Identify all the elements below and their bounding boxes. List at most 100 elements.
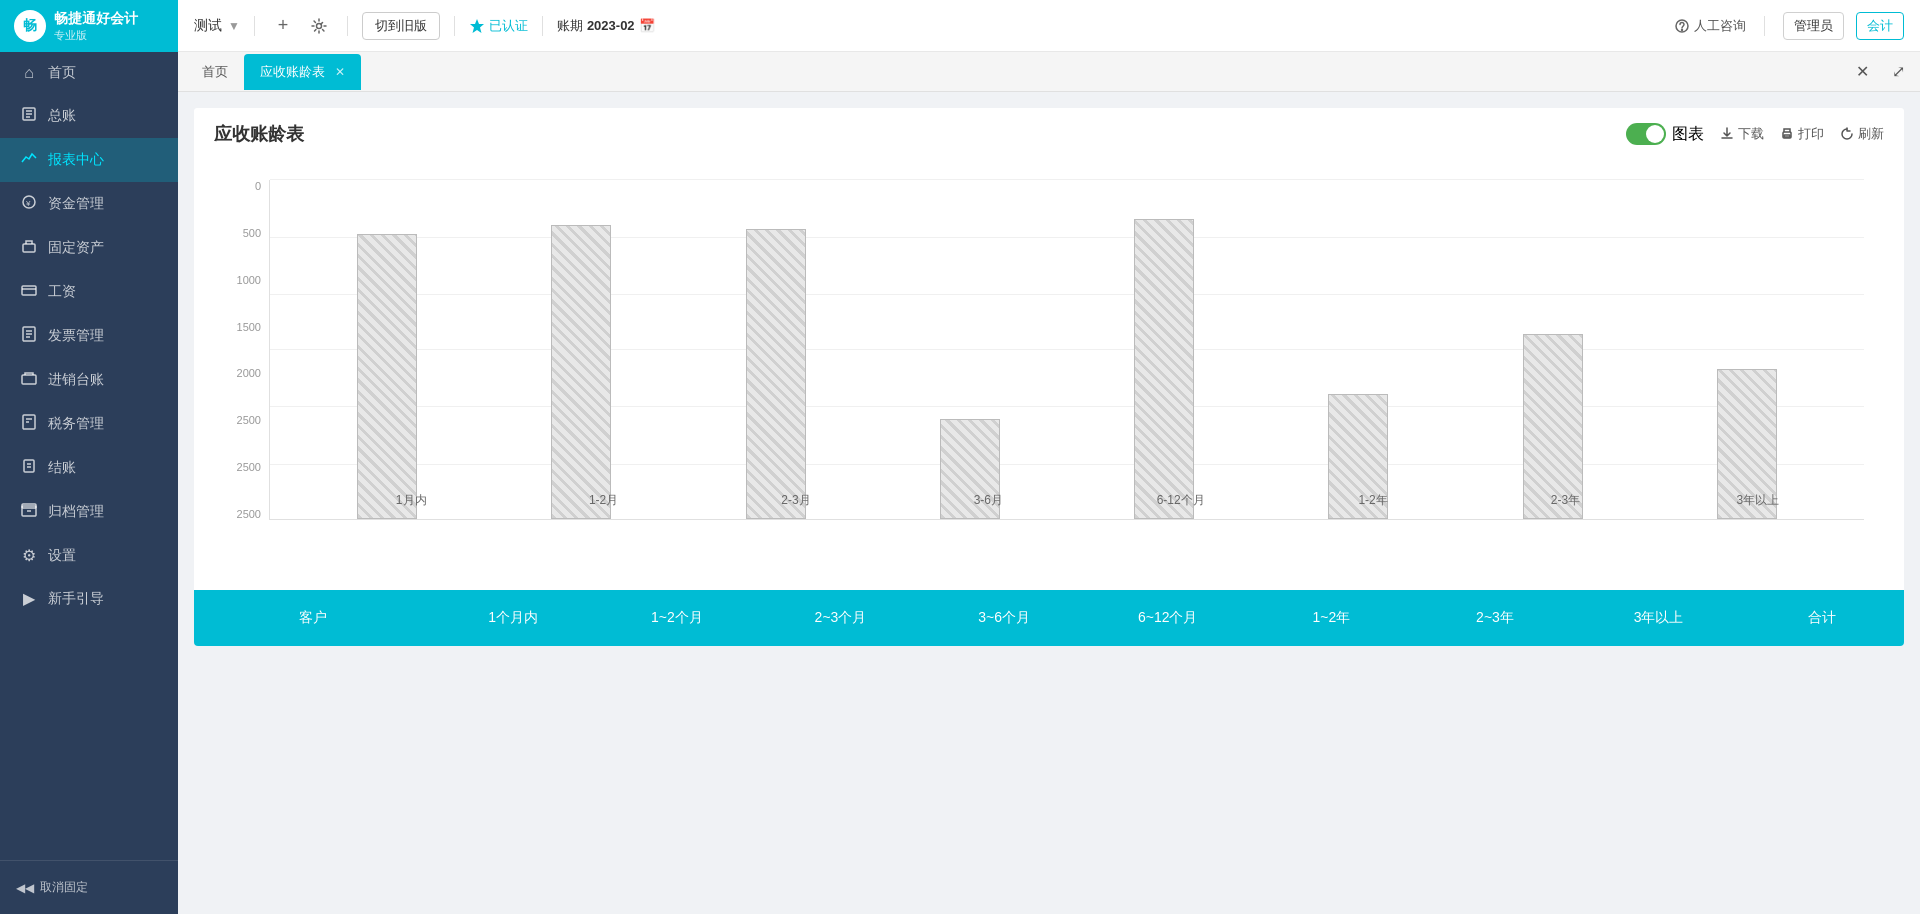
y-label-500: 500: [224, 227, 269, 239]
x-label-1m: 1月内: [315, 492, 507, 509]
y-label-1000: 1000: [224, 274, 269, 286]
company-dropdown-icon: ▼: [228, 19, 240, 33]
y-label-2500: 2500: [224, 508, 269, 520]
y-label-2000: 2000: [224, 367, 269, 379]
th-6-12m: 6~12个月: [1086, 609, 1250, 627]
svg-rect-17: [24, 460, 34, 472]
x-labels: 1月内 1-2月 2-3月 3-6月 6-12个月 1-2年 2-3年 3年以上: [315, 492, 1854, 509]
funds-icon: ¥: [20, 194, 38, 214]
th-customer: 客户: [194, 609, 431, 627]
role-button[interactable]: 会计: [1856, 12, 1904, 40]
sidebar-item-wages[interactable]: 工资: [0, 270, 178, 314]
tabbar: 首页 应收账龄表 ✕ ✕ ⤢: [178, 52, 1920, 92]
x-label-2-3y: 2-3年: [1469, 492, 1661, 509]
divider-1: [254, 16, 255, 36]
th-3y-plus: 3年以上: [1577, 609, 1741, 627]
sidebar-item-stock[interactable]: 进销台账: [0, 358, 178, 402]
sidebar-nav: ⌂ 首页 总账 报表中心: [0, 52, 178, 860]
tab-expand-button[interactable]: ⤢: [1884, 58, 1912, 86]
svg-text:¥: ¥: [25, 199, 31, 208]
sidebar-item-settings[interactable]: ⚙ 设置: [0, 534, 178, 577]
bars-container: [270, 180, 1864, 519]
calendar-icon[interactable]: 📅: [639, 18, 655, 33]
sidebar-item-ledger[interactable]: 总账: [0, 94, 178, 138]
print-button[interactable]: 打印: [1780, 125, 1824, 143]
report-title: 应收账龄表: [214, 122, 304, 146]
chart-area: 2500 2500 2500 2000 1500 1000 500 0: [194, 160, 1904, 590]
ledger-icon: [20, 106, 38, 126]
tab-close-button[interactable]: ✕: [1848, 58, 1876, 86]
th-total: 合计: [1740, 609, 1904, 627]
cancel-fixed-button[interactable]: ◀◀ 取消固定: [0, 871, 178, 904]
refresh-button[interactable]: 刷新: [1840, 125, 1884, 143]
home-icon: ⌂: [20, 64, 38, 82]
period-display: 账期 2023-02 📅: [557, 17, 655, 35]
sidebar-item-assets[interactable]: 固定资产: [0, 226, 178, 270]
report-header: 应收账龄表 图表 下载: [194, 108, 1904, 160]
svg-rect-7: [22, 286, 36, 295]
svg-rect-13: [22, 375, 36, 384]
chart-toggle-wrapper: 图表: [1626, 123, 1704, 145]
sidebar-item-tax[interactable]: 税务管理: [0, 402, 178, 446]
y-axis: 2500 2500 2500 2000 1500 1000 500 0: [224, 180, 269, 520]
chart-toggle-label: 图表: [1672, 124, 1704, 145]
main-area: 测试 ▼ + 切到旧版 已认证 账期 2023-02 📅: [178, 0, 1920, 914]
reports-icon: [20, 150, 38, 170]
chart-plot: 1月内 1-2月 2-3月 3-6月 6-12个月 1-2年 2-3年 3年以上: [269, 180, 1864, 520]
y-label-0: 0: [224, 180, 269, 192]
y-label-2500b: 2500: [224, 461, 269, 473]
tab-aging[interactable]: 应收账龄表 ✕: [244, 54, 361, 90]
switch-old-button[interactable]: 切到旧版: [362, 12, 440, 40]
tax-icon: [20, 414, 38, 434]
divider-2: [347, 16, 348, 36]
company-name: 测试: [194, 17, 222, 35]
user-button[interactable]: 管理员: [1783, 12, 1844, 40]
assets-icon: [20, 238, 38, 258]
logo-text: 畅捷通好会计 专业版: [54, 9, 138, 42]
sidebar-item-home[interactable]: ⌂ 首页: [0, 52, 178, 94]
topbar-right: 人工咨询 管理员 会计: [1674, 12, 1904, 40]
x-label-3-6m: 3-6月: [892, 492, 1084, 509]
bar-group-6-12m: [1067, 219, 1261, 519]
certified-badge: 已认证: [469, 17, 528, 35]
x-label-3y-plus: 3年以上: [1662, 492, 1854, 509]
report-container: 应收账龄表 图表 下载: [194, 108, 1904, 646]
sidebar-item-archive[interactable]: 归档管理: [0, 490, 178, 534]
download-button[interactable]: 下载: [1720, 125, 1764, 143]
divider-3: [454, 16, 455, 36]
th-1-2y: 1~2年: [1250, 609, 1414, 627]
sidebar-item-reports[interactable]: 报表中心: [0, 138, 178, 182]
sidebar-item-close[interactable]: 结账: [0, 446, 178, 490]
invoice-icon: [20, 326, 38, 346]
tab-home[interactable]: 首页: [186, 54, 244, 90]
bar-group-1m: [290, 234, 484, 519]
sidebar-item-guide[interactable]: ▶ 新手引导: [0, 577, 178, 620]
sidebar: 畅 畅捷通好会计 专业版 ⌂ 首页 总账: [0, 0, 178, 914]
page-content: 应收账龄表 图表 下载: [178, 92, 1920, 914]
y-label-2500c: 2500: [224, 414, 269, 426]
sidebar-footer: ◀◀ 取消固定: [0, 860, 178, 914]
close-account-icon: [20, 458, 38, 478]
company-selector[interactable]: 测试 ▼: [194, 17, 240, 35]
divider-4: [542, 16, 543, 36]
chart-inner: 2500 2500 2500 2000 1500 1000 500 0: [224, 180, 1874, 560]
consult-button[interactable]: 人工咨询: [1674, 17, 1746, 35]
tab-right-actions: ✕ ⤢: [1848, 58, 1912, 86]
add-button[interactable]: +: [269, 12, 297, 40]
sidebar-item-funds[interactable]: ¥ 资金管理: [0, 182, 178, 226]
svg-rect-27: [1784, 135, 1790, 137]
th-2-3m: 2~3个月: [759, 609, 923, 627]
settings-topbar-button[interactable]: [305, 12, 333, 40]
pin-left-icon: ◀◀: [16, 881, 34, 895]
bar-2-3m: [746, 229, 806, 519]
tab-close-icon[interactable]: ✕: [335, 65, 345, 79]
chart-toggle[interactable]: [1626, 123, 1666, 145]
th-1m: 1个月内: [431, 609, 595, 627]
bar-group-2-3m: [679, 229, 873, 519]
x-label-6-12m: 6-12个月: [1085, 492, 1277, 509]
table-header: 客户 1个月内 1~2个月 2~3个月 3~6个月 6~12个月 1~2年 2~…: [194, 590, 1904, 646]
bar-group-1-2m: [484, 225, 678, 519]
archive-icon: [20, 502, 38, 522]
sidebar-item-invoice[interactable]: 发票管理: [0, 314, 178, 358]
divider-5: [1764, 16, 1765, 36]
